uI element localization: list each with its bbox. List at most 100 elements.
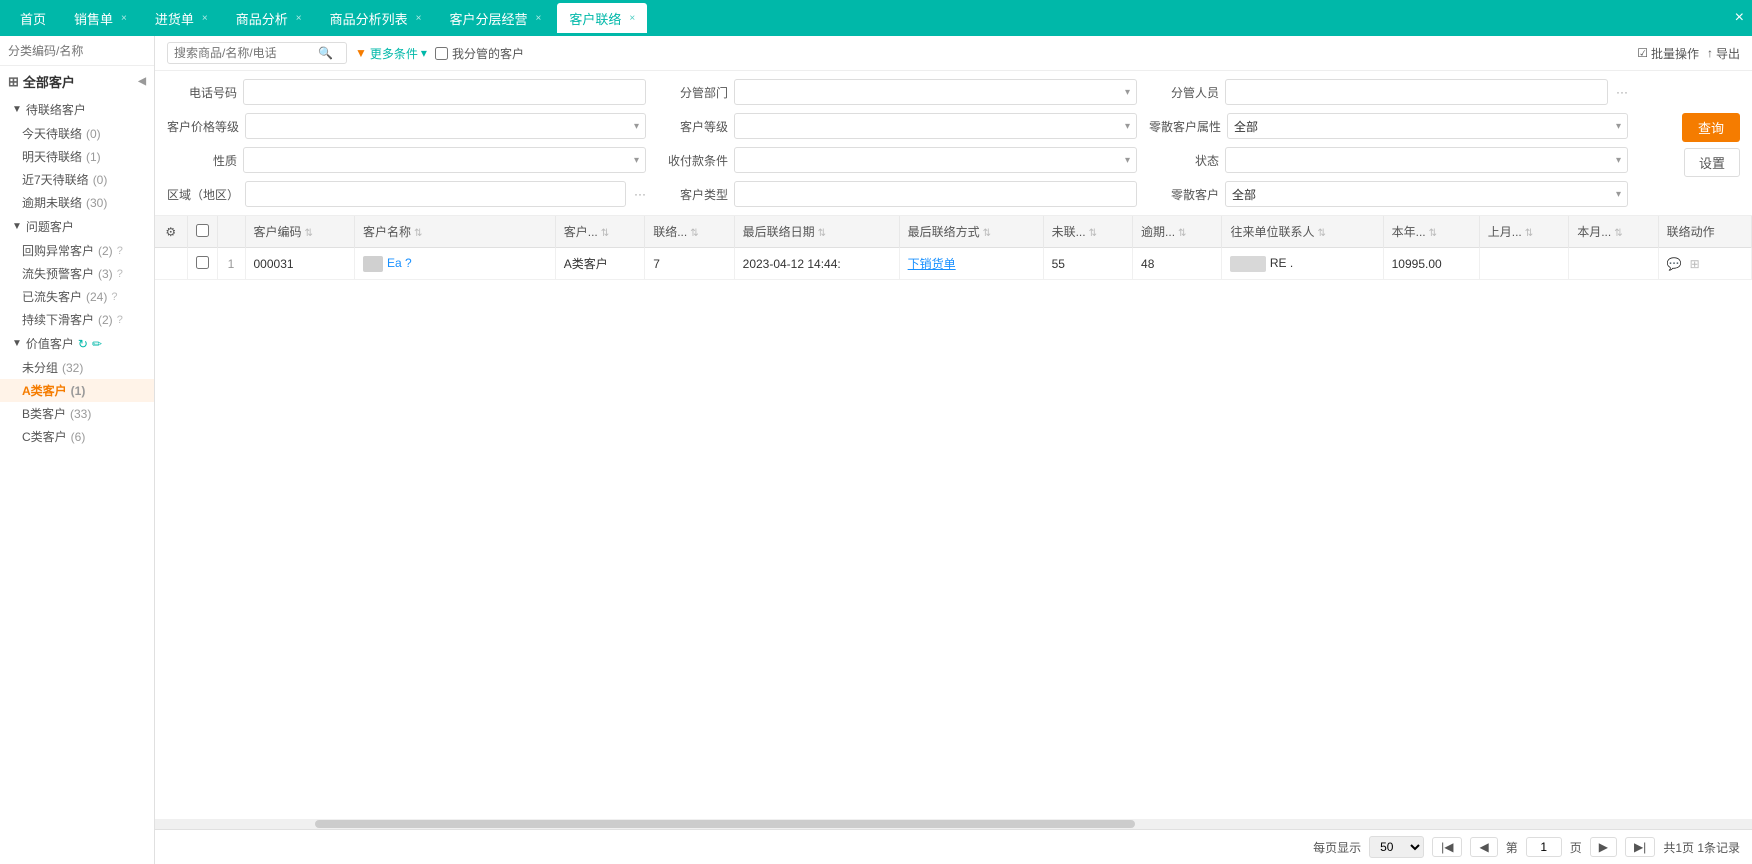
region-input[interactable] <box>245 181 626 207</box>
sidebar-item-churn-warning[interactable]: 流失预警客户 (3) ? <box>0 262 154 285</box>
filter-nature: 性质 ▾ <box>167 147 646 173</box>
filter-dept: 分管部门 ▾ <box>658 79 1137 105</box>
sidebar-item-churned[interactable]: 已流失客户 (24) ? <box>0 285 154 308</box>
status-select[interactable]: ▾ <box>1225 147 1628 173</box>
name-col[interactable]: 客户名称⇅ <box>355 216 556 248</box>
retail-customer-select[interactable]: 全部 ▾ <box>1225 181 1628 207</box>
content-area: 🔍 ▼ 更多条件 ▾ 我分管的客户 ☑ 批量操作 ↑ 导出 <box>155 36 1752 864</box>
close-sales-tab[interactable]: × <box>121 13 127 24</box>
history-contact-col[interactable]: 往来单位联系人⇅ <box>1222 216 1383 248</box>
chat-icon[interactable]: 💬 <box>1667 257 1682 271</box>
row-checkbox-cell[interactable] <box>187 248 217 280</box>
filter-actions: 查询 设置 <box>1640 109 1740 177</box>
close-product-tab[interactable]: × <box>296 13 302 24</box>
category-col[interactable]: 客户...⇅ <box>555 216 644 248</box>
bottom-bar: 每页显示 50 10 20 100 |◀ ◀ 第 页 ▶ ▶| 共1页 1条记录 <box>155 829 1752 864</box>
settings-col[interactable]: ⚙ <box>155 216 187 248</box>
filter-bar: 🔍 ▼ 更多条件 ▾ 我分管的客户 ☑ 批量操作 ↑ 导出 <box>155 36 1752 71</box>
code-col[interactable]: 客户编码⇅ <box>245 216 355 248</box>
row-actions[interactable]: 💬 ⊞ <box>1658 248 1751 280</box>
horizontal-scrollbar[interactable] <box>155 819 1752 829</box>
sidebar: 🔍 ⊞ 全部客户 ◀ ▼ 待联络客户 今天待联络 (0) 明天待联络 (1) 近… <box>0 36 155 864</box>
customer-level-select[interactable]: ▾ <box>734 113 1137 139</box>
person-input[interactable] <box>1225 79 1608 105</box>
close-segment-tab[interactable]: × <box>535 13 541 24</box>
next-page-button[interactable]: ▶ <box>1590 837 1617 857</box>
nav-product-list[interactable]: 商品分析列表 × <box>318 3 434 33</box>
chevron-down-icon8: ▾ <box>1616 189 1621 200</box>
sidebar-item-abnormal[interactable]: 回购异常客户 (2) ? <box>0 239 154 262</box>
export-button[interactable]: ↑ 导出 <box>1707 45 1740 62</box>
row-checkbox[interactable] <box>196 256 209 269</box>
query-button[interactable]: 查询 <box>1682 113 1740 142</box>
prev-page-button[interactable]: ◀ <box>1470 837 1497 857</box>
nav-product-analysis[interactable]: 商品分析 × <box>224 3 314 33</box>
all-customers-header[interactable]: ⊞ 全部客户 ◀ <box>0 66 154 97</box>
sidebar-item-b-class[interactable]: B类客户 (33) <box>0 402 154 425</box>
sidebar-item-declining[interactable]: 持续下滑客户 (2) ? <box>0 308 154 331</box>
this-year-col[interactable]: 本年...⇅ <box>1383 216 1479 248</box>
pending-contact-group[interactable]: ▼ 待联络客户 <box>0 97 154 122</box>
close-product-list-tab[interactable]: × <box>416 13 422 24</box>
qr-icon[interactable]: ⊞ <box>1690 257 1700 271</box>
sidebar-item-tomorrow[interactable]: 明天待联络 (1) <box>0 145 154 168</box>
region-dots-button[interactable]: ··· <box>634 187 646 201</box>
last-month-col[interactable]: 上月...⇅ <box>1479 216 1568 248</box>
adv-filter-panel: 电话号码 分管部门 ▾ 分管人员 ··· 查询 设置 <box>155 71 1752 216</box>
page-size-select[interactable]: 50 10 20 100 <box>1369 836 1424 858</box>
window-close-button[interactable]: × <box>1735 9 1744 27</box>
sidebar-item-a-class[interactable]: A类客户 (1) <box>0 379 154 402</box>
nav-customer-segment[interactable]: 客户分层经营 × <box>437 3 553 33</box>
nav-sales[interactable]: 销售单 × <box>62 3 139 33</box>
price-level-select[interactable]: ▾ <box>245 113 646 139</box>
customer-type-input[interactable] <box>734 181 1137 207</box>
phone-input[interactable] <box>243 79 646 105</box>
refresh-icon[interactable]: ↻ <box>78 337 88 351</box>
row-last-method[interactable]: 下销货单 <box>899 248 1043 280</box>
close-contact-tab[interactable]: × <box>629 13 635 24</box>
close-purchase-tab[interactable]: × <box>202 13 208 24</box>
contact-col[interactable]: 联络...⇅ <box>645 216 734 248</box>
payment-select[interactable]: ▾ <box>734 147 1137 173</box>
sidebar-search-input[interactable] <box>8 44 155 58</box>
row-name[interactable]: Ea ? <box>355 248 556 280</box>
batch-op-button[interactable]: ☑ 批量操作 <box>1637 45 1699 62</box>
collapse-icon: ◀ <box>138 76 146 87</box>
edit-icon[interactable]: ✏ <box>92 337 102 351</box>
dept-select[interactable]: ▾ <box>734 79 1137 105</box>
row-last-month <box>1479 248 1568 280</box>
sidebar-item-overdue[interactable]: 逾期未联络 (30) <box>0 191 154 214</box>
last-contact-date-col[interactable]: 最后联络日期⇅ <box>734 216 899 248</box>
sidebar-item-c-class[interactable]: C类客户 (6) <box>0 425 154 448</box>
nature-select[interactable]: ▾ <box>243 147 646 173</box>
last-contact-method-col[interactable]: 最后联络方式⇅ <box>899 216 1043 248</box>
nav-customer-contact[interactable]: 客户联络 × <box>557 3 647 33</box>
chevron-down-icon7: ▾ <box>1616 155 1621 166</box>
search-input[interactable] <box>174 46 314 60</box>
setting-button[interactable]: 设置 <box>1684 148 1740 177</box>
my-customers-checkbox[interactable]: 我分管的客户 <box>435 45 524 62</box>
nav-purchase[interactable]: 进货单 × <box>143 3 220 33</box>
overdue-col[interactable]: 逾期...⇅ <box>1133 216 1222 248</box>
more-filters-button[interactable]: ▼ 更多条件 ▾ <box>355 45 427 62</box>
page-input[interactable] <box>1526 837 1562 857</box>
filter-retail-customer: 零散客户 全部 ▾ <box>1149 181 1628 207</box>
person-dots-button[interactable]: ··· <box>1616 85 1628 99</box>
sidebar-item-7days[interactable]: 近7天待联络 (0) <box>0 168 154 191</box>
problem-customers-group[interactable]: ▼ 问题客户 <box>0 214 154 239</box>
retail-attr-select[interactable]: 全部 ▾ <box>1227 113 1628 139</box>
last-page-button[interactable]: ▶| <box>1625 837 1655 857</box>
this-month-col[interactable]: 本月...⇅ <box>1569 216 1658 248</box>
select-all-checkbox[interactable] <box>196 224 209 237</box>
first-page-button[interactable]: |◀ <box>1432 837 1462 857</box>
my-customers-check[interactable] <box>435 47 448 60</box>
page-label: 第 <box>1506 839 1518 856</box>
nav-home[interactable]: 首页 <box>8 3 58 33</box>
value-customers-group[interactable]: ▼ 价值客户 ↻ ✏ <box>0 331 154 356</box>
scrollbar-thumb[interactable] <box>315 820 1135 828</box>
search-icon[interactable]: 🔍 <box>318 46 333 60</box>
chevron-down-icon5: ▾ <box>634 155 639 166</box>
sidebar-item-today[interactable]: 今天待联络 (0) <box>0 122 154 145</box>
no-contact-col[interactable]: 未联...⇅ <box>1043 216 1132 248</box>
sidebar-item-unclassified[interactable]: 未分组 (32) <box>0 356 154 379</box>
